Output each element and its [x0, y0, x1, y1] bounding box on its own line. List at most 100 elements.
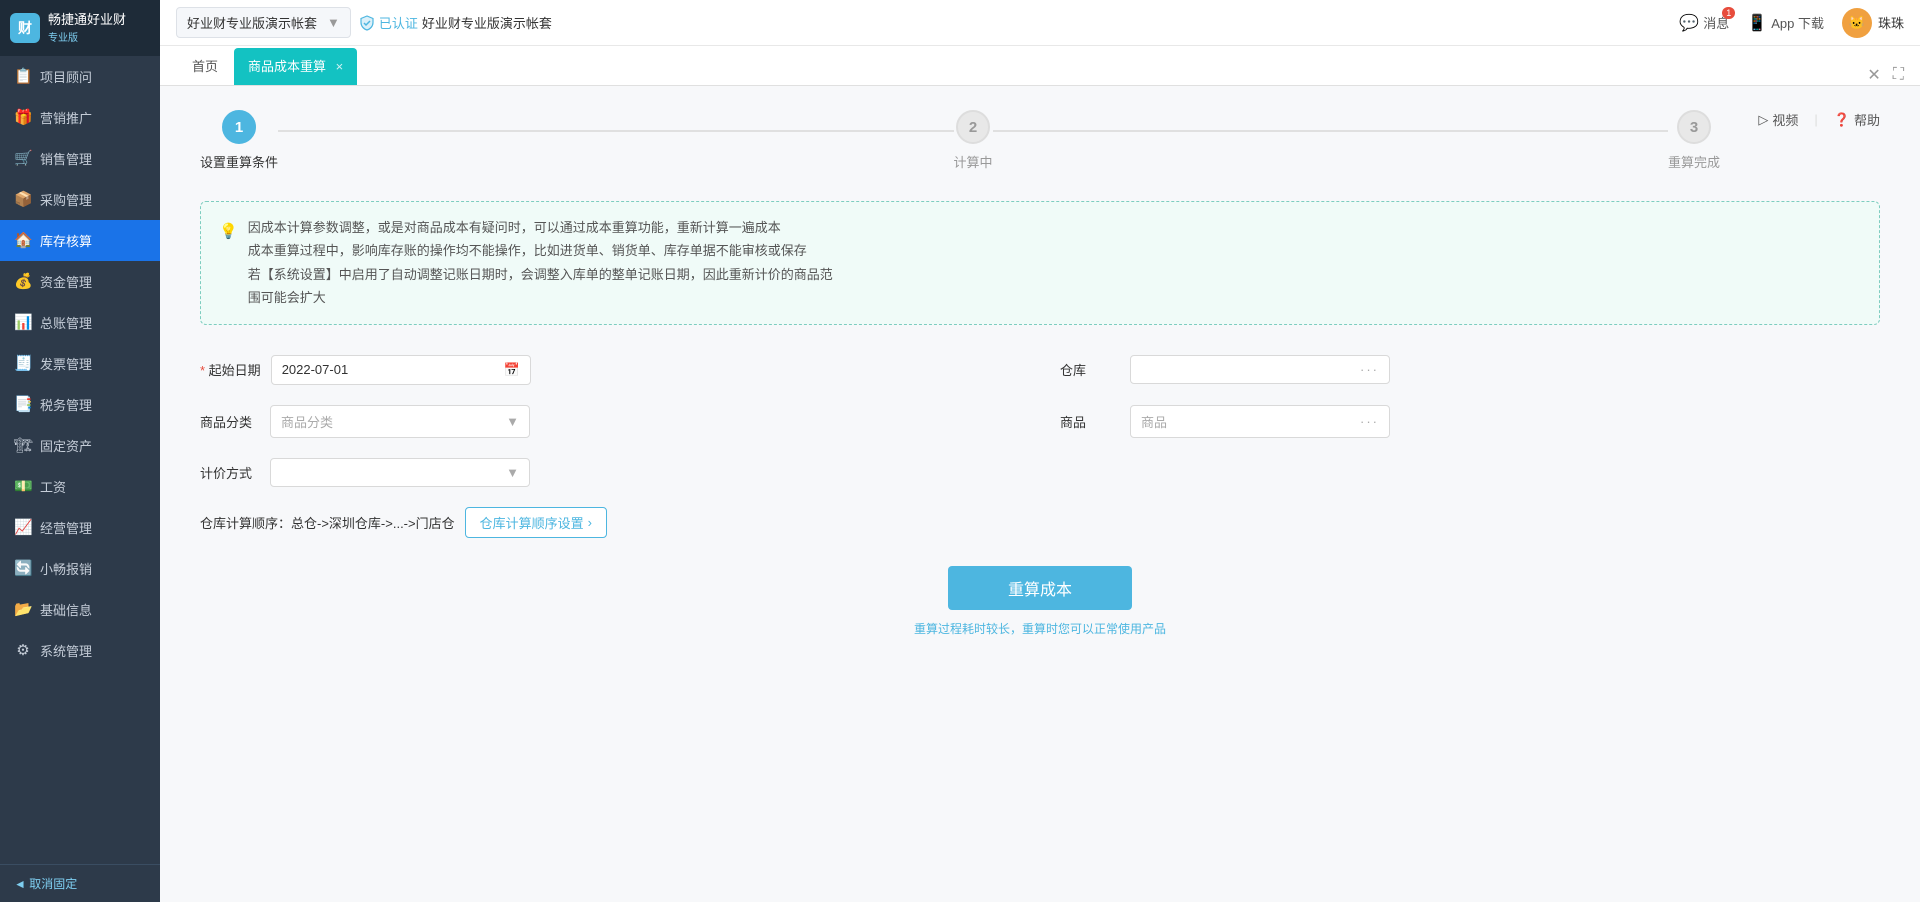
sidebar-item-finance[interactable]: 💰 资金管理 [0, 261, 160, 302]
form-row-2: 商品分类 商品分类 ▼ 商品 商品 ··· [200, 405, 1880, 438]
help-button[interactable]: ❓ 帮助 [1834, 110, 1880, 129]
sidebar-item-purchase[interactable]: 📦 采购管理 [0, 179, 160, 220]
goods-more-icon[interactable]: ··· [1360, 414, 1379, 429]
step-1-circle: 1 [222, 110, 256, 144]
step-2: 2 计算中 [954, 110, 993, 171]
category-placeholder: 商品分类 [281, 412, 333, 431]
calendar-icon[interactable]: 📅 [504, 362, 520, 378]
sidebar-item-expense[interactable]: 🔄 小畅报销 [0, 548, 160, 589]
step-3: 3 重算完成 [1668, 110, 1720, 171]
mobile-icon: 📱 [1747, 13, 1767, 33]
sidebar-item-inventory[interactable]: 🏠 库存核算 [0, 220, 160, 261]
warehouse-order-settings-button[interactable]: 仓库计算顺序设置 › [465, 507, 607, 538]
warehouse-input[interactable]: ··· [1130, 355, 1390, 384]
verified-label: 已认证 [379, 13, 418, 32]
help-label: 帮助 [1854, 110, 1880, 129]
sidebar-item-invoice[interactable]: 🧾 发票管理 [0, 343, 160, 384]
avatar: 🐱 [1842, 8, 1872, 38]
operation-icon: 📈 [14, 518, 32, 536]
warehouse-order-row: 仓库计算顺序：总仓->深圳仓库->...->门店仓 仓库计算顺序设置 › [200, 507, 1880, 538]
start-date-value: 2022-07-01 [282, 362, 349, 377]
marketing-icon: 🎁 [14, 108, 32, 126]
start-date-label: 起始日期 [200, 360, 261, 379]
sidebar-item-accounting[interactable]: 📊 总账管理 [0, 302, 160, 343]
sidebar-item-sales[interactable]: 🛒 销售管理 [0, 138, 160, 179]
finance-icon: 💰 [14, 272, 32, 290]
app-name: 畅捷通好业财 [48, 12, 126, 29]
sidebar-item-project[interactable]: 📋 项目顾问 [0, 56, 160, 97]
message-button[interactable]: 💬 消息 1 [1679, 13, 1729, 33]
step-2-circle: 2 [956, 110, 990, 144]
account-chevron-icon: ▼ [327, 15, 340, 30]
close-button[interactable]: ✕ [1867, 65, 1880, 85]
step-3-circle: 3 [1677, 110, 1711, 144]
account-selector[interactable]: 好业财专业版演示帐套 ▼ [176, 7, 351, 38]
start-date-input[interactable]: 2022-07-01 📅 [271, 355, 531, 385]
step-1-label: 设置重算条件 [200, 152, 278, 171]
goods-input[interactable]: 商品 ··· [1130, 405, 1390, 438]
main-area: 好业财专业版演示帐套 ▼ 已认证 好业财专业版演示帐套 💬 消息 1 📱 App… [160, 0, 1920, 902]
sidebar-item-system[interactable]: ⚙ 系统管理 [0, 630, 160, 671]
recalc-section: 重算成本 重算过程耗时较长，重算时您可以正常使用产品 [200, 566, 1880, 637]
category-select[interactable]: 商品分类 ▼ [270, 405, 530, 438]
sidebar-item-basic[interactable]: 📂 基础信息 [0, 589, 160, 630]
sidebar-item-label: 资金管理 [40, 272, 92, 291]
bulb-icon: 💡 [219, 218, 238, 310]
tab-close-button[interactable]: × [336, 59, 344, 74]
goods-field: 商品 商品 ··· [1060, 405, 1880, 438]
tax-icon: 📑 [14, 395, 32, 413]
app-icon: 财 [10, 13, 40, 43]
topbar-right: 💬 消息 1 📱 App 下载 🐱 珠珠 [1679, 8, 1904, 38]
steps-row: 1 设置重算条件 2 计算中 3 [200, 110, 1880, 171]
sidebar-item-marketing[interactable]: 🎁 营销推广 [0, 97, 160, 138]
sidebar-item-label: 工资 [40, 477, 66, 496]
sidebar-item-label: 小畅报销 [40, 559, 92, 578]
warehouse-more-icon[interactable]: ··· [1360, 362, 1379, 377]
salary-icon: 💵 [14, 477, 32, 495]
warehouse-order-btn-label: 仓库计算顺序设置 [480, 513, 584, 532]
content-area: 1 设置重算条件 2 计算中 3 [160, 86, 1920, 902]
inventory-icon: 🏠 [14, 231, 32, 249]
info-line-3: 若【系统设置】中启用了自动调整记账日期时，会调整入库单的整单记账日期，因此重新计… [248, 263, 833, 286]
sidebar-item-label: 发票管理 [40, 354, 92, 373]
topbar: 好业财专业版演示帐套 ▼ 已认证 好业财专业版演示帐套 💬 消息 1 📱 App… [160, 0, 1920, 46]
message-icon: 💬 [1679, 13, 1699, 33]
recalc-button[interactable]: 重算成本 [948, 566, 1132, 610]
app-download-button[interactable]: 📱 App 下载 [1747, 13, 1824, 33]
sidebar-item-label: 项目顾问 [40, 67, 92, 86]
tab-active-label: 商品成本重算 [248, 59, 326, 74]
sidebar-item-label: 固定资产 [40, 436, 92, 455]
verified-account-name: 好业财专业版演示帐套 [422, 13, 552, 32]
info-line-4: 围可能会扩大 [248, 286, 833, 309]
video-button[interactable]: ▷ 视频 [1758, 110, 1798, 129]
steps-section: 1 设置重算条件 2 计算中 3 [200, 110, 1880, 171]
start-date-field: 起始日期 2022-07-01 📅 [200, 355, 1020, 385]
sidebar-logo: 财 畅捷通好业财 专业版 [0, 0, 160, 56]
category-field: 商品分类 商品分类 ▼ [200, 405, 1020, 438]
sidebar-item-salary[interactable]: 💵 工资 [0, 466, 160, 507]
step-line-1 [278, 130, 953, 132]
sidebar-item-label: 经营管理 [40, 518, 92, 537]
help-icon: ❓ [1834, 112, 1850, 128]
pricing-label: 计价方式 [200, 463, 260, 482]
sidebar-item-tax[interactable]: 📑 税务管理 [0, 384, 160, 425]
expand-button[interactable]: ⛶ [1893, 66, 1904, 84]
system-icon: ⚙ [14, 641, 32, 659]
step-line-2 [993, 130, 1668, 132]
tab-home[interactable]: 首页 [176, 48, 234, 85]
sidebar-scroll: 📋 项目顾问 🎁 营销推广 🛒 销售管理 📦 采购管理 🏠 库存核算 💰 资金管… [0, 56, 160, 864]
sidebar-item-assets[interactable]: 🏗 固定资产 [0, 425, 160, 466]
tab-cost-recalc[interactable]: 商品成本重算 × [234, 48, 357, 85]
header-actions: ▷ 视频 | ❓ 帮助 [1758, 110, 1880, 129]
recalc-hint: 重算过程耗时较长，重算时您可以正常使用产品 [914, 620, 1166, 637]
pricing-select[interactable]: ▼ [270, 458, 530, 487]
info-text: 因成本计算参数调整，或是对商品成本有疑问时，可以通过成本重算功能，重新计算一遍成… [248, 216, 833, 310]
basic-icon: 📂 [14, 600, 32, 618]
sidebar-item-operation[interactable]: 📈 经营管理 [0, 507, 160, 548]
sales-icon: 🛒 [14, 149, 32, 167]
sidebar-pin-toggle[interactable]: ◄ 取消固定 [0, 864, 160, 902]
user-menu[interactable]: 🐱 珠珠 [1842, 8, 1904, 38]
sidebar-item-label: 库存核算 [40, 231, 92, 250]
invoice-icon: 🧾 [14, 354, 32, 372]
step-2-label: 计算中 [954, 152, 993, 171]
